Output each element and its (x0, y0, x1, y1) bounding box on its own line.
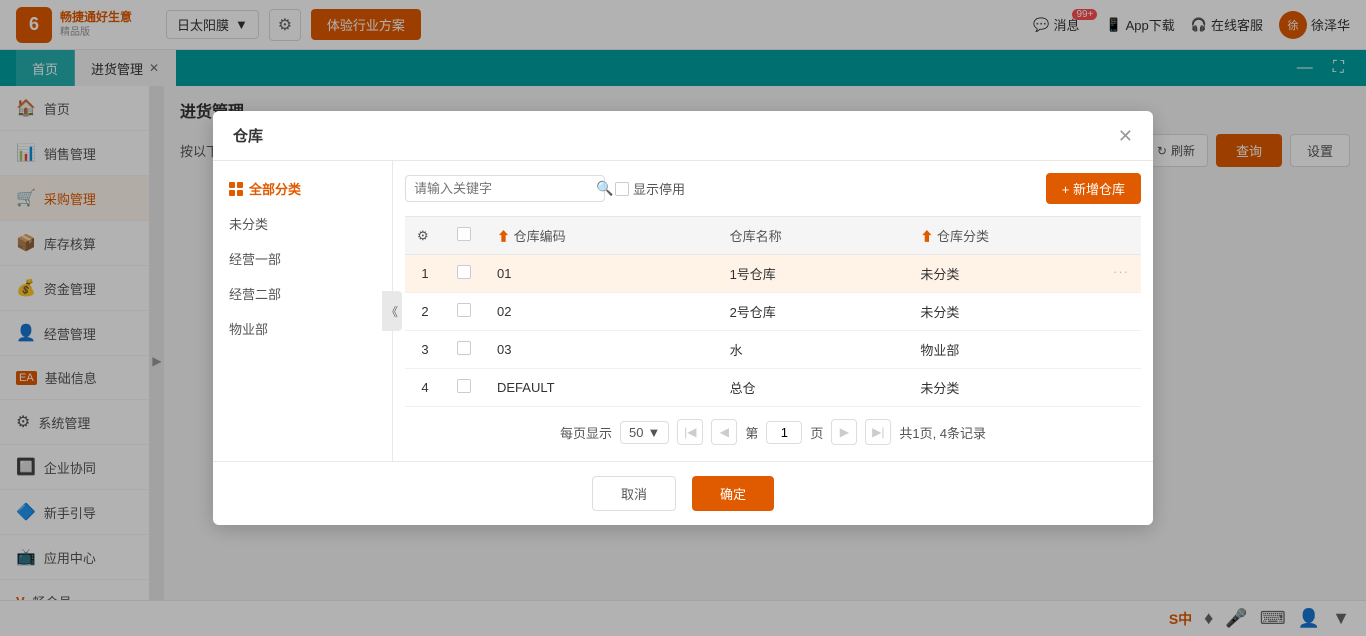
row-num: 3 (405, 331, 445, 369)
warehouse-table: ⚙ ⬆ 仓库编码 仓库名称 (405, 216, 1141, 407)
th-name: 仓库名称 (718, 217, 909, 255)
row-actions[interactable]: ··· (1113, 264, 1129, 279)
row-checkbox[interactable] (457, 265, 471, 279)
th-code: ⬆ 仓库编码 (485, 217, 718, 255)
row-checkbox-cell (445, 293, 485, 331)
show-disabled-checkbox-wrap[interactable]: 显示停用 (615, 179, 685, 198)
category-all[interactable]: 全部分类 (213, 171, 392, 206)
row-checkbox[interactable] (457, 341, 471, 355)
row-name: 1号仓库 (718, 255, 909, 293)
row-category: 未分类 (908, 293, 1141, 331)
next-page-btn[interactable]: ▶ (831, 419, 857, 445)
row-num: 4 (405, 369, 445, 407)
row-name: 水 (718, 331, 909, 369)
category-item-unclassified[interactable]: 未分类 (213, 206, 392, 241)
th-category: ⬆ 仓库分类 (908, 217, 1141, 255)
category-collapse-btn[interactable]: 《 (382, 291, 402, 331)
row-category: 未分类 (908, 369, 1141, 407)
table-body: 1 01 1号仓库 未分类 ··· (405, 255, 1141, 407)
modal-body: 全部分类 未分类 经营一部 经营二部 物业部 《 (213, 161, 1153, 461)
confirm-button[interactable]: 确定 (692, 476, 774, 511)
modal-title: 仓库 (233, 125, 263, 146)
category-label: 经营二部 (229, 287, 281, 302)
row-num: 2 (405, 293, 445, 331)
modal-overlay: 仓库 ✕ 全部分类 未分类 经营一部 经营二部 (0, 0, 1366, 636)
per-page-chevron: ▼ (647, 425, 660, 440)
row-category: 物业部 (908, 331, 1141, 369)
row-code: DEFAULT (485, 369, 718, 407)
table-row[interactable]: 4 DEFAULT 总仓 未分类 (405, 369, 1141, 407)
row-code: 02 (485, 293, 718, 331)
table-row[interactable]: 2 02 2号仓库 未分类 (405, 293, 1141, 331)
warehouse-modal: 仓库 ✕ 全部分类 未分类 经营一部 经营二部 (213, 111, 1153, 525)
modal-footer: 取消 确定 (213, 461, 1153, 525)
category-label: 物业部 (229, 322, 268, 337)
grid-icon (229, 182, 243, 196)
page-suffix: 页 (810, 423, 823, 442)
table-row[interactable]: 3 03 水 物业部 (405, 331, 1141, 369)
first-page-btn[interactable]: |◀ (677, 419, 703, 445)
category-label: 未分类 (229, 217, 268, 232)
table-container: ⚙ ⬆ 仓库编码 仓库名称 (405, 216, 1141, 407)
cancel-button[interactable]: 取消 (592, 476, 676, 511)
th-settings: ⚙ (405, 217, 445, 255)
category-panel: 全部分类 未分类 经营一部 经营二部 物业部 《 (213, 161, 393, 461)
category-all-label: 全部分类 (249, 179, 301, 198)
add-warehouse-button[interactable]: + 新增仓库 (1046, 173, 1141, 204)
per-page-select[interactable]: 50 ▼ (620, 421, 669, 444)
page-label: 第 (745, 423, 758, 442)
th-gear-icon[interactable]: ⚙ (417, 228, 429, 243)
last-page-btn[interactable]: ▶| (865, 419, 891, 445)
table-panel: 🔍 显示停用 + 新增仓库 ⚙ (393, 161, 1153, 461)
search-input-wrap: 🔍 (405, 175, 605, 202)
total-label: 共1页, 4条记录 (899, 423, 986, 442)
prev-page-btn[interactable]: ◀ (711, 419, 737, 445)
th-sort-icon: ⬆ (497, 229, 510, 244)
show-disabled-checkbox[interactable] (615, 182, 629, 196)
th-category-icon: ⬆ (920, 229, 933, 244)
row-checkbox-cell (445, 369, 485, 407)
category-item-dept2[interactable]: 经营二部 (213, 276, 392, 311)
row-name: 总仓 (718, 369, 909, 407)
category-item-property[interactable]: 物业部 (213, 311, 392, 346)
table-toolbar: 🔍 显示停用 + 新增仓库 (405, 173, 1141, 204)
show-disabled-label: 显示停用 (633, 179, 685, 198)
row-num: 1 (405, 255, 445, 293)
row-checkbox[interactable] (457, 303, 471, 317)
pagination: 每页显示 50 ▼ |◀ ◀ 第 页 ▶ ▶| 共1页, 4条记录 (405, 407, 1141, 449)
per-page-label: 每页显示 (560, 423, 612, 442)
row-code: 03 (485, 331, 718, 369)
category-label: 经营一部 (229, 252, 281, 267)
table-row[interactable]: 1 01 1号仓库 未分类 ··· (405, 255, 1141, 293)
th-checkbox (445, 217, 485, 255)
table-head: ⚙ ⬆ 仓库编码 仓库名称 (405, 217, 1141, 255)
row-name: 2号仓库 (718, 293, 909, 331)
row-code: 01 (485, 255, 718, 293)
page-number-input[interactable] (766, 421, 802, 444)
row-checkbox[interactable] (457, 379, 471, 393)
search-input[interactable] (414, 181, 590, 196)
modal-close-button[interactable]: ✕ (1118, 127, 1133, 145)
modal-header: 仓库 ✕ (213, 111, 1153, 161)
row-checkbox-cell (445, 331, 485, 369)
row-checkbox-cell (445, 255, 485, 293)
category-item-dept1[interactable]: 经营一部 (213, 241, 392, 276)
search-icon[interactable]: 🔍 (596, 180, 613, 197)
select-all-checkbox[interactable] (457, 227, 471, 241)
row-category: 未分类 ··· (908, 255, 1141, 293)
per-page-value: 50 (629, 425, 643, 440)
